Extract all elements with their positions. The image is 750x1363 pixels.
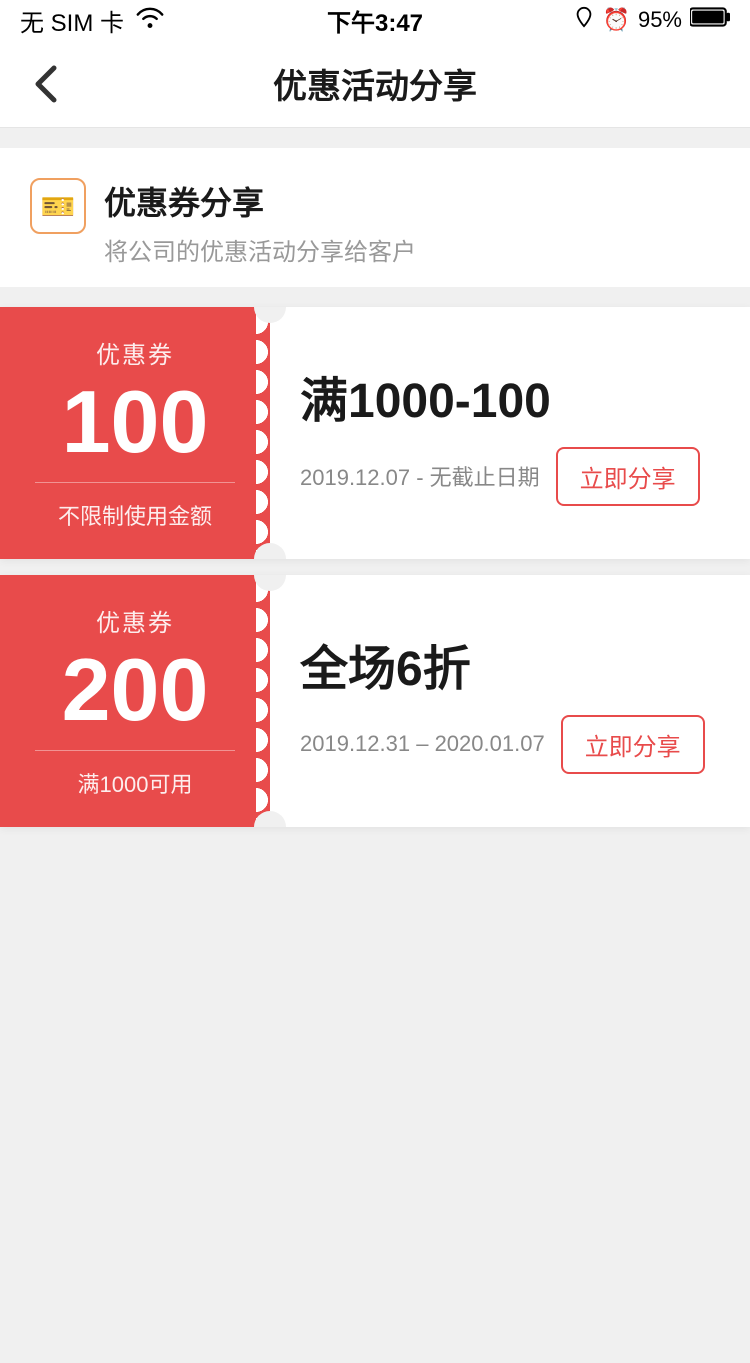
location-icon (573, 6, 595, 34)
battery-text: 95% (638, 7, 682, 33)
section-header: 🎫 优惠券分享 将公司的优惠活动分享给客户 (0, 148, 750, 287)
coupon-condition: 满1000可用 (78, 767, 193, 799)
nav-bar: 优惠活动分享 (0, 40, 750, 128)
coupon-name: 全场6折 (300, 629, 720, 699)
coupon-amount: 200 (62, 646, 209, 734)
back-button[interactable] (24, 62, 68, 106)
battery-icon (690, 7, 730, 33)
coupon-right: 满1000-100 2019.12.07 - 无截止日期 立即分享 (270, 307, 750, 559)
carrier-text: 无 SIM 卡 (20, 3, 124, 38)
coupon-divider (35, 482, 235, 483)
coupon-label: 优惠券 (96, 335, 174, 370)
share-button[interactable]: 立即分享 (561, 715, 705, 774)
coupon-card: 优惠券 100 不限制使用金额 满1000-100 2019.12.07 - 无… (0, 307, 750, 559)
status-left: 无 SIM 卡 (20, 3, 166, 38)
status-right: ⏰ 95% (573, 6, 730, 34)
coupon-meta: 2019.12.07 - 无截止日期 立即分享 (300, 447, 720, 506)
coupon-card: 优惠券 200 满1000可用 全场6折 2019.12.31 – 2020.0… (0, 575, 750, 827)
section-icon: 🎫 (30, 178, 86, 234)
status-time: 下午3:47 (327, 3, 423, 38)
coupon-list: 优惠券 100 不限制使用金额 满1000-100 2019.12.07 - 无… (0, 287, 750, 863)
empty-area (0, 863, 750, 1363)
coupon-divider (35, 750, 235, 751)
coupon-notch-top (254, 307, 286, 323)
section-title: 优惠券分享 (104, 178, 416, 224)
coupon-label: 优惠券 (96, 603, 174, 638)
coupon-condition: 不限制使用金额 (58, 499, 212, 531)
coupon-name: 满1000-100 (300, 361, 720, 431)
coupon-right: 全场6折 2019.12.31 – 2020.01.07 立即分享 (270, 575, 750, 827)
share-button[interactable]: 立即分享 (556, 447, 700, 506)
coupon-left: 优惠券 200 满1000可用 (0, 575, 270, 827)
wifi-icon (134, 6, 166, 35)
alarm-icon: ⏰ (603, 7, 630, 33)
page-title: 优惠活动分享 (273, 59, 477, 108)
coupon-date: 2019.12.31 – 2020.01.07 (300, 731, 545, 757)
coupon-notch-bottom (254, 543, 286, 559)
coupon-notch-bottom (254, 811, 286, 827)
coupon-meta: 2019.12.31 – 2020.01.07 立即分享 (300, 715, 720, 774)
coupon-notch-top (254, 575, 286, 591)
status-bar: 无 SIM 卡 下午3:47 ⏰ 95% (0, 0, 750, 40)
coupon-date: 2019.12.07 - 无截止日期 (300, 460, 540, 492)
coupon-left: 优惠券 100 不限制使用金额 (0, 307, 270, 559)
coupon-amount: 100 (62, 378, 209, 466)
section-text-group: 优惠券分享 将公司的优惠活动分享给客户 (104, 178, 416, 267)
section-subtitle: 将公司的优惠活动分享给客户 (104, 232, 416, 267)
